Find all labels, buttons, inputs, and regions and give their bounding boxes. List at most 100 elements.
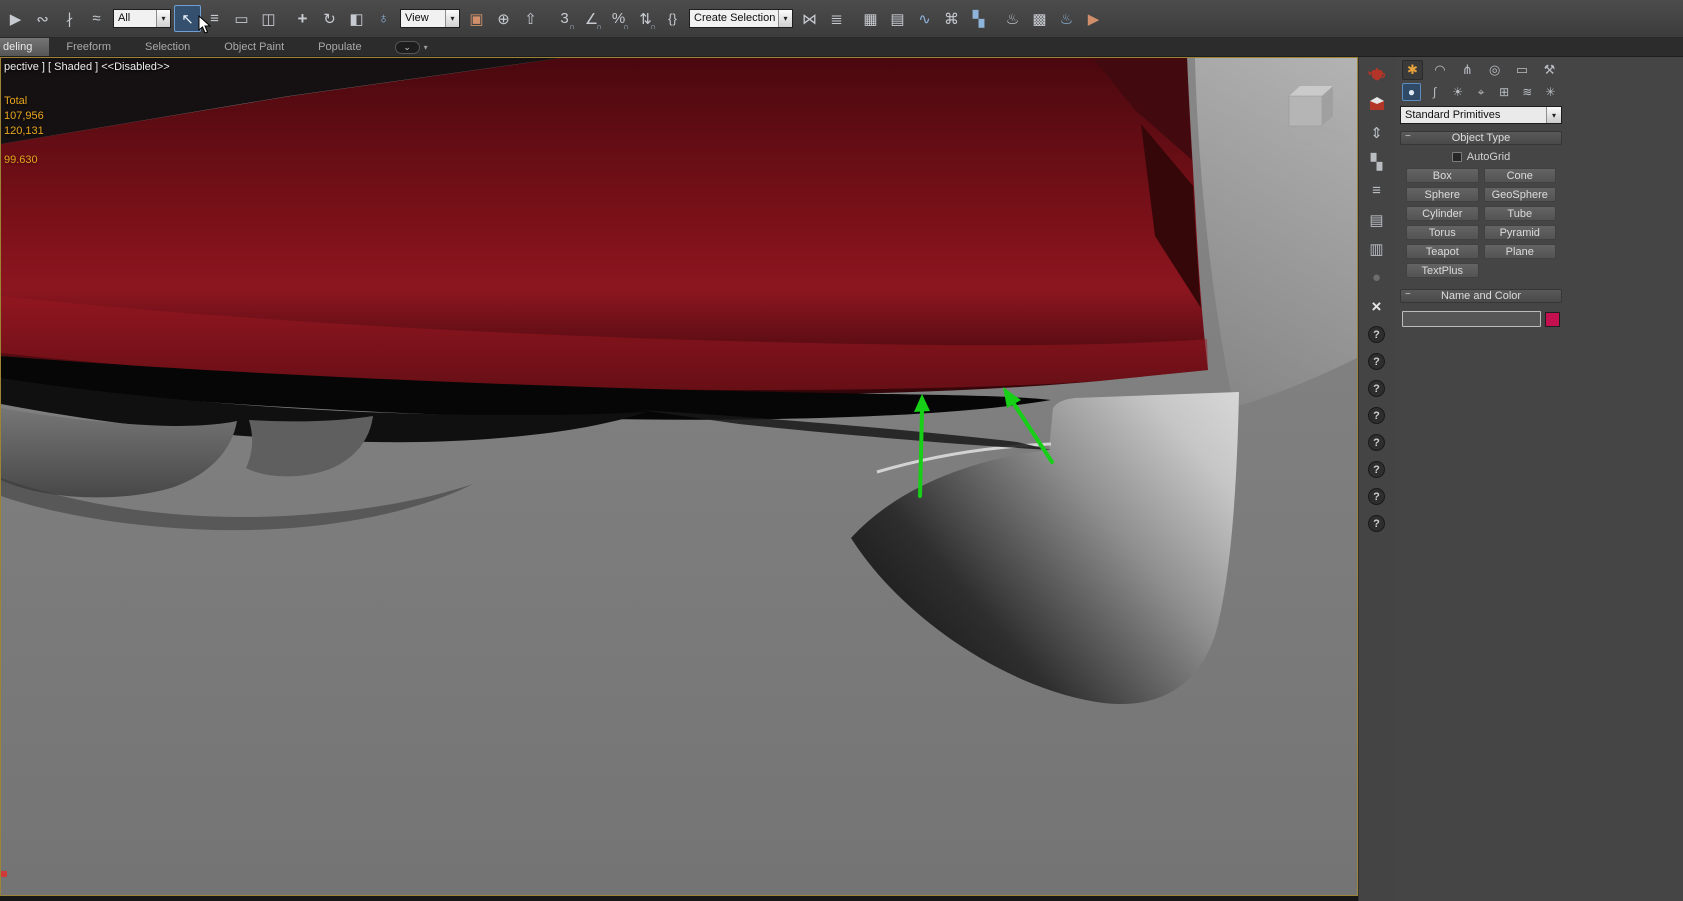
ribbon-tab-modeling[interactable]: deling: [0, 38, 50, 56]
curve-editor-icon[interactable]: ∿: [911, 5, 938, 32]
selection-region-icon[interactable]: ▭: [228, 5, 255, 32]
tube-button[interactable]: Tube: [1483, 206, 1556, 221]
cone-button[interactable]: Cone: [1483, 168, 1556, 183]
command-panel: ✱ ◠ ⋔ ◎ ▭ ⚒ ● ∫ ☀ ⌖ ⊞ ≋ ✳ Standard Primi…: [1394, 57, 1568, 901]
select-by-name-icon[interactable]: ≡: [201, 5, 228, 32]
ribbon-tab-object-paint[interactable]: Object Paint: [207, 38, 301, 56]
render-production-icon[interactable]: ♨: [1053, 5, 1080, 32]
select-and-rotate-icon[interactable]: ↻: [316, 5, 343, 32]
use-pivot-point-center-icon[interactable]: ▣: [463, 5, 490, 32]
autogrid-checkbox[interactable]: [1451, 151, 1462, 162]
cylinder-button[interactable]: Cylinder: [1406, 206, 1479, 221]
layers-icon[interactable]: ≡: [1367, 181, 1387, 200]
help-icon[interactable]: ?: [1368, 515, 1385, 532]
object-name-field[interactable]: [1402, 311, 1541, 327]
help-icon[interactable]: ?: [1368, 407, 1385, 424]
pattern-icon[interactable]: ▥: [1367, 239, 1387, 258]
category-shapes-icon[interactable]: ∫: [1425, 83, 1444, 101]
edit-named-selection-sets-icon[interactable]: {}: [659, 5, 686, 32]
container-icon[interactable]: [1367, 94, 1387, 113]
render-setup-icon[interactable]: ♨: [999, 5, 1026, 32]
select-and-scale-icon[interactable]: ◧: [343, 5, 370, 32]
dropdown-arrow-icon: ▾: [156, 10, 170, 27]
ribbon-tab-populate[interactable]: Populate: [301, 38, 378, 56]
toggle-layer-explorer-icon[interactable]: ▤: [884, 5, 911, 32]
perspective-viewport[interactable]: pective ] [ Shaded ] <<Disabled>> Total …: [0, 57, 1358, 896]
teapot-icon[interactable]: [1367, 65, 1387, 84]
help-icon[interactable]: ?: [1368, 353, 1385, 370]
primitive-category-value: Standard Primitives: [1405, 109, 1501, 121]
tab-hierarchy[interactable]: ⋔: [1457, 60, 1478, 80]
angle-snap-toggle-icon[interactable]: ∠ ∩: [578, 5, 605, 32]
close-icon[interactable]: ×: [1367, 297, 1387, 316]
transform-arrows-icon[interactable]: ⇕: [1367, 123, 1387, 142]
category-systems-icon[interactable]: ✳: [1541, 83, 1560, 101]
select-and-manipulate-icon[interactable]: ⊕: [490, 5, 517, 32]
main-area: pective ] [ Shaded ] <<Disabled>> Total …: [0, 57, 1683, 901]
ribbon-minimize-caret-icon[interactable]: ▾: [424, 43, 428, 52]
geosphere-button[interactable]: GeoSphere: [1483, 187, 1556, 202]
snaps-toggle-3d-icon[interactable]: 3 ∩: [551, 5, 578, 32]
viewport-statistics: Total 107,956 120,131 99.630: [4, 94, 44, 168]
help-icon[interactable]: ?: [1368, 326, 1385, 343]
percent-snap-toggle-icon[interactable]: % ∩: [605, 5, 632, 32]
sphere-button[interactable]: Sphere: [1406, 187, 1479, 202]
align-icon[interactable]: ≣: [823, 5, 850, 32]
help-icon[interactable]: ?: [1368, 488, 1385, 505]
primitive-category-dropdown[interactable]: Standard Primitives ▾: [1400, 106, 1562, 124]
checker-icon[interactable]: ▚: [1367, 152, 1387, 171]
named-selection-set-combo[interactable]: Create Selection Se ▾: [689, 9, 793, 28]
autogrid-row: AutoGrid: [1400, 148, 1562, 165]
keyboard-shortcut-override-icon[interactable]: ⇧: [517, 5, 544, 32]
tab-motion[interactable]: ◎: [1484, 60, 1505, 80]
sphere-icon[interactable]: ●: [1367, 268, 1387, 287]
viewcube-front-face[interactable]: [1288, 95, 1323, 127]
reference-coordinate-dropdown[interactable]: View ▾: [400, 9, 460, 28]
torus-button[interactable]: Torus: [1406, 225, 1479, 240]
category-lights-icon[interactable]: ☀: [1448, 83, 1467, 101]
help-icon[interactable]: ?: [1368, 380, 1385, 397]
unlink-selection-icon[interactable]: ∤: [56, 5, 83, 32]
spinner-snap-toggle-icon[interactable]: ⇅ ∩: [632, 5, 659, 32]
help-icon[interactable]: ?: [1368, 434, 1385, 451]
ribbon-tab-selection[interactable]: Selection: [128, 38, 207, 56]
magnet-icon: ∩: [650, 22, 656, 31]
select-and-move-icon[interactable]: +: [289, 5, 316, 32]
partial-left-icon[interactable]: ▶: [2, 5, 29, 32]
ribbon-tab-freeform[interactable]: Freeform: [49, 38, 128, 56]
mirror-icon[interactable]: ⋈: [796, 5, 823, 32]
object-type-rollout-header[interactable]: − Object Type: [1400, 131, 1562, 145]
bricks-icon[interactable]: ▤: [1367, 210, 1387, 229]
render-flyout-icon[interactable]: ▶: [1080, 5, 1107, 32]
ribbon-minimize-button[interactable]: ⌄: [394, 40, 420, 54]
category-space-warps-icon[interactable]: ≋: [1518, 83, 1537, 101]
object-color-swatch[interactable]: [1545, 311, 1560, 327]
window-crossing-icon[interactable]: ◫: [255, 5, 282, 32]
rendered-frame-window-icon[interactable]: ▩: [1026, 5, 1053, 32]
tab-create[interactable]: ✱: [1402, 59, 1423, 80]
viewport-canvas: [1, 58, 1357, 895]
bind-to-space-warp-icon[interactable]: ≈: [83, 5, 110, 32]
schematic-view-icon[interactable]: ⌘: [938, 5, 965, 32]
dropdown-arrow-icon: ▾: [445, 10, 459, 27]
viewport-label[interactable]: pective ] [ Shaded ] <<Disabled>>: [4, 61, 170, 73]
selection-filter-dropdown[interactable]: All ▾: [113, 9, 171, 28]
select-and-place-icon[interactable]: ♁: [370, 5, 397, 32]
select-and-link-icon[interactable]: ∾: [29, 5, 56, 32]
teapot-button[interactable]: Teapot: [1406, 244, 1479, 259]
select-object-icon[interactable]: ↖: [174, 5, 201, 32]
category-helpers-icon[interactable]: ⊞: [1495, 83, 1514, 101]
box-button[interactable]: Box: [1406, 168, 1479, 183]
name-color-rollout-header[interactable]: − Name and Color: [1400, 289, 1562, 303]
plane-button[interactable]: Plane: [1483, 244, 1556, 259]
tab-utilities[interactable]: ⚒: [1539, 60, 1560, 80]
tab-modify[interactable]: ◠: [1429, 60, 1450, 80]
category-geometry-icon[interactable]: ●: [1402, 83, 1421, 101]
tab-display[interactable]: ▭: [1512, 60, 1533, 80]
material-editor-icon[interactable]: ▚: [965, 5, 992, 32]
toggle-scene-explorer-icon[interactable]: ▦: [857, 5, 884, 32]
category-cameras-icon[interactable]: ⌖: [1471, 83, 1490, 101]
help-icon[interactable]: ?: [1368, 461, 1385, 478]
pyramid-button[interactable]: Pyramid: [1483, 225, 1556, 240]
textplus-button[interactable]: TextPlus: [1406, 263, 1479, 278]
